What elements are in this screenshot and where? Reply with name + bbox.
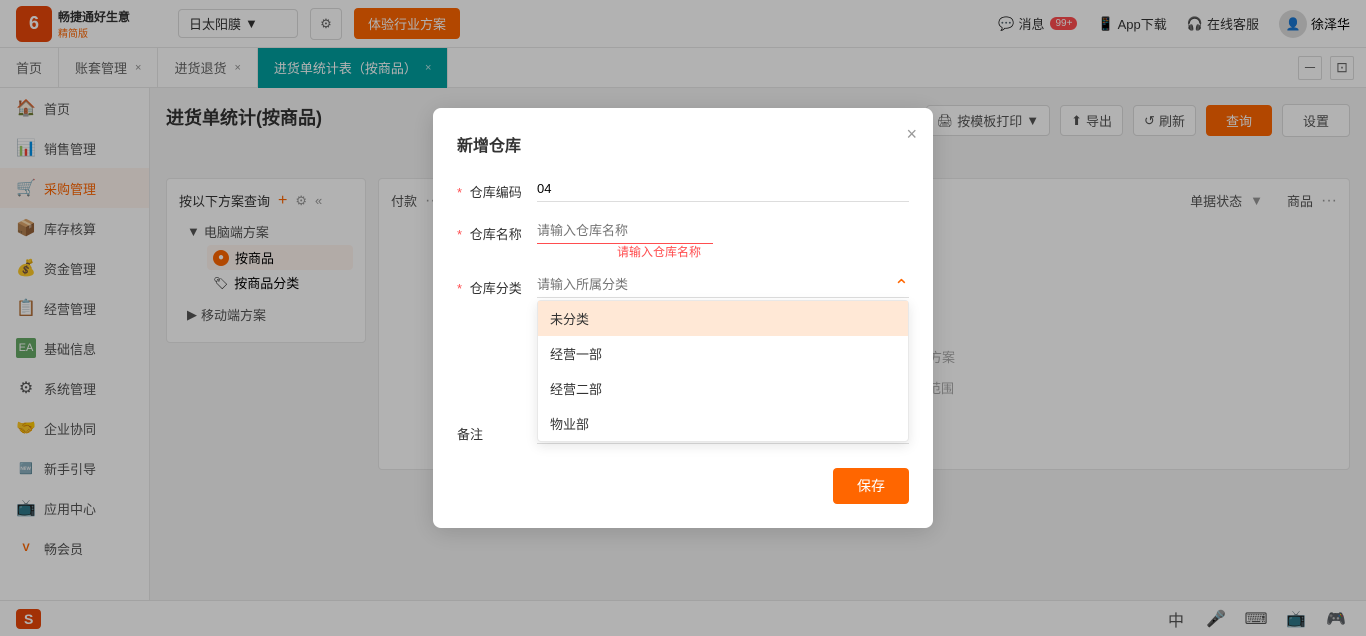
warehouse-category-row: * 仓库分类 ⌃ 未分类 经营一部 经营二部 物业部 xyxy=(457,272,909,298)
warehouse-name-row: * 仓库名称 请输入仓库名称 xyxy=(457,218,909,244)
category-dropdown-arrow[interactable]: ⌃ xyxy=(894,276,909,297)
warehouse-name-error: 请输入仓库名称 xyxy=(617,243,701,260)
warehouse-note-label: 备注 xyxy=(457,418,537,443)
warehouse-code-input[interactable] xyxy=(537,176,909,202)
warehouse-category-input[interactable] xyxy=(537,272,909,298)
required-star: * xyxy=(457,185,462,200)
warehouse-category-label: * 仓库分类 xyxy=(457,272,537,297)
modal-footer: 保存 xyxy=(457,468,909,504)
warehouse-name-input[interactable] xyxy=(537,218,713,244)
modal-close-button[interactable]: × xyxy=(906,124,917,145)
category-option-property[interactable]: 物业部 xyxy=(538,406,908,441)
required-star-cat: * xyxy=(457,281,462,296)
category-option-uncategorized[interactable]: 未分类 xyxy=(538,301,908,336)
warehouse-category-wrapper: ⌃ xyxy=(537,272,909,298)
modal-title: 新增仓库 xyxy=(457,132,909,156)
required-star-name: * xyxy=(457,227,462,242)
category-dropdown-list: 未分类 经营一部 经营二部 物业部 xyxy=(537,300,909,442)
modal-save-button[interactable]: 保存 xyxy=(833,468,909,504)
category-option-dept2[interactable]: 经营二部 xyxy=(538,371,908,406)
category-option-dept1[interactable]: 经营一部 xyxy=(538,336,908,371)
add-warehouse-modal: 新增仓库 × * 仓库编码 * 仓库名称 请输入仓库名称 * 仓 xyxy=(433,108,933,528)
warehouse-name-label: * 仓库名称 xyxy=(457,218,537,243)
warehouse-name-wrapper: 请输入仓库名称 xyxy=(537,218,909,244)
warehouse-code-row: * 仓库编码 xyxy=(457,176,909,202)
warehouse-code-label: * 仓库编码 xyxy=(457,176,537,201)
modal-overlay[interactable]: 新增仓库 × * 仓库编码 * 仓库名称 请输入仓库名称 * 仓 xyxy=(0,0,1366,636)
